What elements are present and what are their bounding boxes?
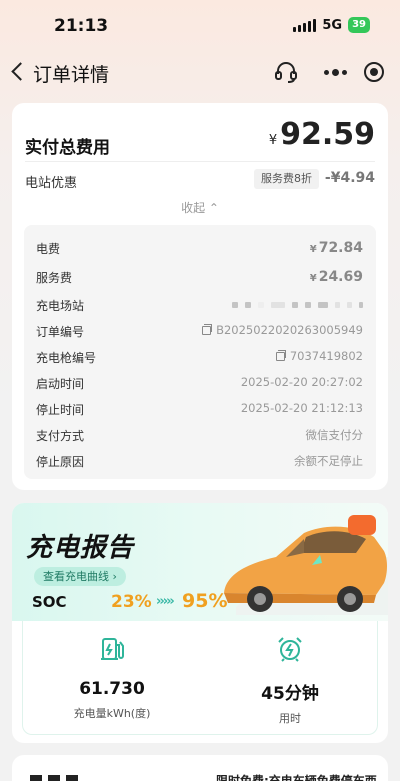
gun-no-value[interactable]: 7037419802 [275,349,363,363]
electric-fee-amount: 72.84 [318,240,363,256]
status-time: 21:13 [54,16,109,36]
currency-symbol: ¥ [309,244,317,255]
detail-row-start-time: 启动时间 2025-02-20 20:27:02 [36,373,363,393]
promo-logo [30,775,78,781]
fee-summary-card: 实付总费用 ¥ 92.59 电站优惠 服务费8折 -¥4.94 收起 ⌃ 电费 … [12,103,388,490]
order-no-value[interactable]: B2025022020263005949 [202,323,363,337]
electric-fee-label: 电费 [36,242,61,256]
detail-row-payment: 支付方式 微信支付分 [36,425,363,445]
start-time-value: 2025-02-20 20:27:02 [240,375,363,389]
service-fee-value: ¥24.69 [310,269,363,285]
detail-row-stop-time: 停止时间 2025-02-20 21:12:13 [36,399,363,419]
station-label: 充电场站 [36,299,85,313]
battery-icon: 39 [348,17,370,33]
discount-label: 电站优惠 [25,176,78,191]
detail-row-station: 充电场站 [36,295,363,315]
total-label: 实付总费用 [25,138,110,158]
order-no-label: 订单编号 [36,325,85,339]
network-type: 5G [322,17,343,33]
stop-reason-label: 停止原因 [36,455,85,469]
copy-icon[interactable] [275,350,286,361]
report-title: 充电报告 [26,533,135,563]
currency-symbol: ¥ [309,273,317,284]
page-title: 订单详情 [33,64,110,86]
order-no-text: B2025022020263005949 [216,323,363,337]
mini-program-capsule [316,56,392,88]
back-chevron-icon[interactable] [8,58,30,84]
detail-row-stop-reason: 停止原因 余额不足停止 [36,451,363,471]
view-curve-button[interactable]: 查看充电曲线 › [34,567,126,586]
service-fee-amount: 24.69 [318,269,363,285]
currency-symbol: ¥ [268,133,278,148]
energy-label: 充电量kWh(度) [73,707,151,720]
stat-duration: 45分钟 用时 [201,635,379,726]
status-right: 5G 39 [293,17,370,33]
fuel-pump-icon [101,638,124,660]
report-banner: 充电报告 查看充电曲线 › SOC 23% ››››› 95% [12,503,388,621]
duration-label: 用时 [279,712,301,725]
detail-row-gun-no: 充电枪编号 7037419802 [36,347,363,367]
start-time-label: 启动时间 [36,377,85,391]
signal-icon [293,18,317,32]
service-fee-label: 服务费 [36,271,73,285]
payment-label: 支付方式 [36,429,85,443]
collapse-toggle[interactable]: 收起 ⌃ [12,199,388,216]
soc-start: 23% [111,592,152,612]
promo-text: 限时免费:充电车辆免费停车西 [216,774,377,781]
station-name-redacted [232,302,363,308]
payment-value: 微信支付分 [305,428,364,442]
nav-bar: 订单详情 [0,50,400,94]
stop-time-label: 停止时间 [36,403,85,417]
total-price: ¥ 92.59 [269,117,375,152]
gun-no-text: 7037419802 [289,349,363,363]
energy-value: 61.730 [79,679,145,699]
soc-arrows: ››››› [156,594,175,609]
stat-energy: 61.730 充电量kWh(度) [23,635,201,721]
more-dots-icon[interactable] [316,56,354,88]
detail-row-order-no: 订单编号 B2025022020263005949 [36,321,363,341]
electric-fee-value: ¥72.84 [310,240,363,256]
discount-amount: -¥4.94 [324,170,375,186]
promo-card[interactable]: 限时免费:充电车辆免费停车西 [12,755,388,781]
status-bar: 21:13 5G 39 [0,0,400,50]
report-stats: 61.730 充电量kWh(度) 45分钟 用时 [22,621,378,735]
copy-icon[interactable] [202,324,213,335]
alarm-clock-icon [278,637,302,662]
fee-detail-panel: 电费 ¥72.84 服务费 ¥24.69 充电场站 订单编号 B20250220… [24,225,376,479]
charging-report-card: 充电报告 查看充电曲线 › SOC 23% ››››› 95% 61.730 充… [12,503,388,743]
detail-row-electric-fee: 电费 ¥72.84 [36,238,363,258]
stop-time-value: 2025-02-20 21:12:13 [240,401,363,415]
discount-badge: 服务费8折 [254,169,319,189]
target-icon[interactable] [364,62,384,82]
headset-icon[interactable] [272,58,300,86]
detail-row-service-fee: 服务费 ¥24.69 [36,267,363,287]
stop-reason-value: 余额不足停止 [294,454,363,468]
soc-label: SOC [32,593,67,611]
gun-no-label: 充电枪编号 [36,351,97,365]
total-amount: 92.59 [280,117,375,152]
car-illustration [224,515,388,615]
duration-value: 45分钟 [261,684,319,704]
divider [25,161,375,162]
